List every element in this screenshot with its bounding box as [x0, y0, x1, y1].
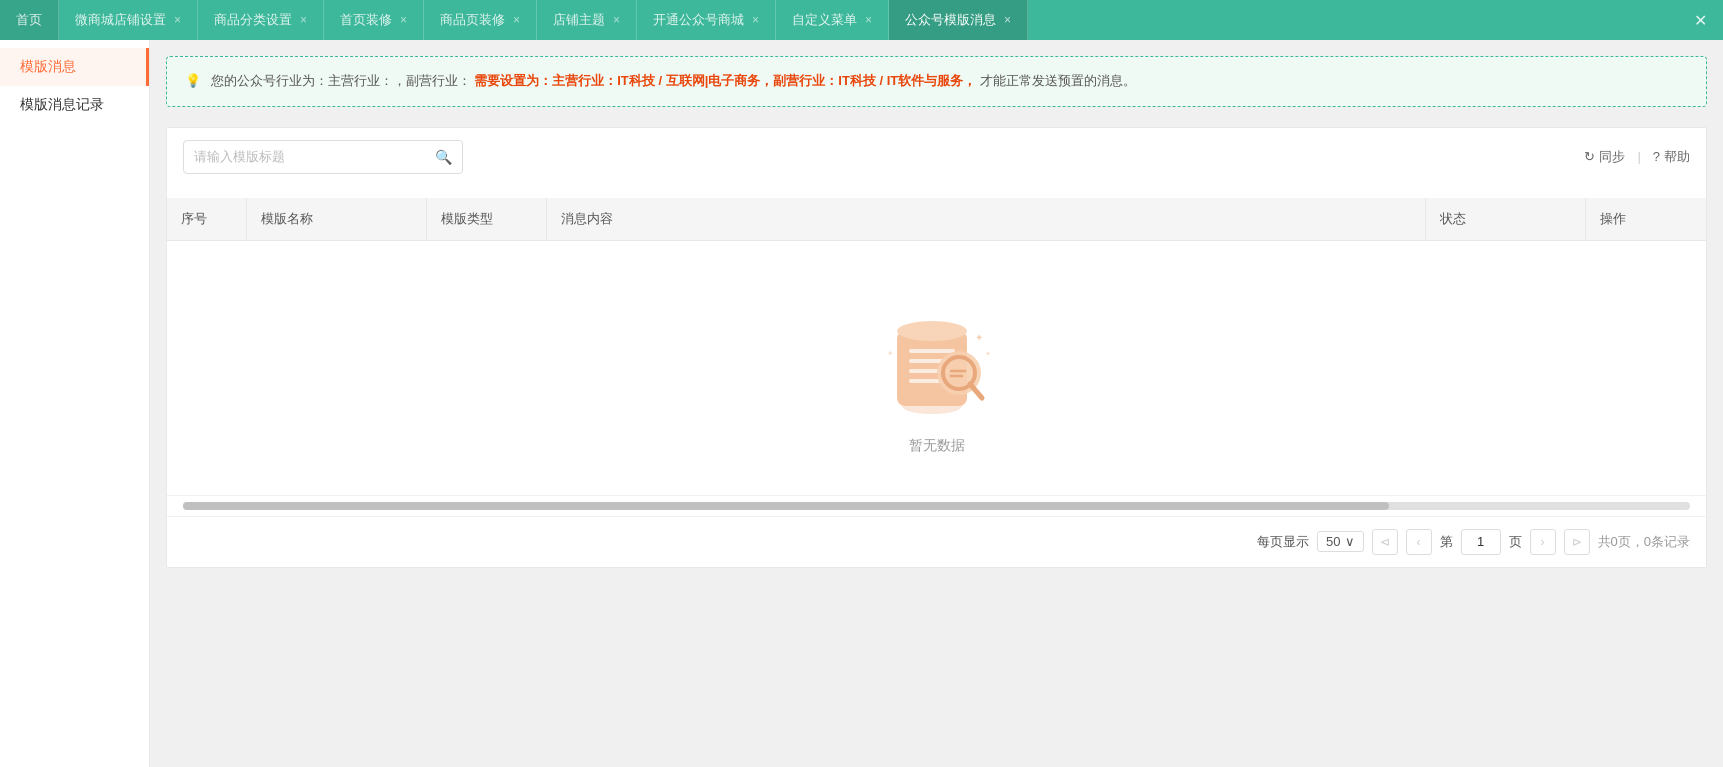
page-size-chevron-icon: ∨	[1345, 534, 1355, 549]
notice-suffix: 才能正常发送预置的消息。	[980, 73, 1136, 88]
page-last-button[interactable]: ⊳	[1564, 529, 1590, 555]
notice-prefix: 您的公众号行业为：主营行业：，副营行业：	[211, 73, 471, 88]
help-icon: ?	[1653, 149, 1660, 164]
tab-category-close[interactable]: ×	[300, 14, 307, 26]
search-actions: ↻ 同步 | ? 帮助	[1584, 148, 1690, 166]
svg-text:✦: ✦	[985, 350, 991, 357]
tab-shop-theme-label: 店铺主题	[553, 11, 605, 29]
action-divider: |	[1637, 149, 1640, 164]
tab-template-msg-label: 公众号模版消息	[905, 11, 996, 29]
tab-open-mall-label: 开通公众号商城	[653, 11, 744, 29]
sidebar-item-template-msg-label: 模版消息	[20, 58, 76, 74]
scrollbar-thumb	[183, 502, 1389, 510]
sidebar-item-template-record-label: 模版消息记录	[20, 96, 104, 112]
table-header: 序号 模版名称 模版类型 消息内容 状态 操作	[167, 198, 1706, 241]
tab-custom-menu-close[interactable]: ×	[865, 14, 872, 26]
empty-state: ✦ ✦ ✦ 暂无数据	[167, 241, 1706, 495]
help-button[interactable]: ? 帮助	[1653, 148, 1690, 166]
tab-home-decor-label: 首页装修	[340, 11, 392, 29]
tab-product-decor-label: 商品页装修	[440, 11, 505, 29]
empty-text: 暂无数据	[909, 437, 965, 455]
tab-custom-menu[interactable]: 自定义菜单 ×	[776, 0, 889, 40]
empty-illustration: ✦ ✦ ✦	[877, 301, 997, 421]
content-area: 💡 您的公众号行业为：主营行业：，副营行业： 需要设置为：主营行业：IT科技 /…	[150, 40, 1723, 767]
tab-shop-theme[interactable]: 店铺主题 ×	[537, 0, 637, 40]
th-name: 模版名称	[247, 198, 427, 240]
tab-category[interactable]: 商品分类设置 ×	[198, 0, 324, 40]
page-size-value: 50	[1326, 534, 1340, 549]
tab-product-decor-close[interactable]: ×	[513, 14, 520, 26]
tab-home-decor[interactable]: 首页装修 ×	[324, 0, 424, 40]
page-size-label: 每页显示	[1257, 533, 1309, 551]
page-next-button[interactable]: ›	[1530, 529, 1556, 555]
pagination: 每页显示 50 ∨ ⊲ ‹ 第 页 › ⊳ 共0页，0条记录	[167, 516, 1706, 567]
page-total: 共0页，0条记录	[1598, 533, 1690, 551]
tab-custom-menu-label: 自定义菜单	[792, 11, 857, 29]
scrollbar-row	[167, 495, 1706, 516]
th-content: 消息内容	[547, 198, 1426, 240]
main-layout: 模版消息 模版消息记录 💡 您的公众号行业为：主营行业：，副营行业： 需要设置为…	[0, 40, 1723, 767]
search-bar: 🔍 ↻ 同步 | ? 帮助	[167, 128, 1706, 186]
tab-template-msg-close[interactable]: ×	[1004, 14, 1011, 26]
notice-icon: 💡	[185, 73, 201, 88]
tab-open-mall-close[interactable]: ×	[752, 14, 759, 26]
page-suffix: 页	[1509, 533, 1522, 551]
sidebar: 模版消息 模版消息记录	[0, 40, 150, 767]
th-status: 状态	[1426, 198, 1586, 240]
tab-category-label: 商品分类设置	[214, 11, 292, 29]
tab-bar-close-all[interactable]: ✕	[1678, 0, 1723, 40]
svg-text:✦: ✦	[887, 349, 894, 358]
sidebar-item-template-msg[interactable]: 模版消息	[0, 48, 149, 86]
tab-micro-shop[interactable]: 微商城店铺设置 ×	[59, 0, 198, 40]
table-container: 🔍 ↻ 同步 | ? 帮助 序号 模版名称 模版	[166, 127, 1707, 568]
search-input-wrap[interactable]: 🔍	[183, 140, 463, 174]
page-prev-button[interactable]: ‹	[1406, 529, 1432, 555]
notice-highlight: 需要设置为：主营行业：IT科技 / 互联网|电子商务，副营行业：IT科技 / I…	[474, 73, 976, 88]
tab-home-label: 首页	[16, 11, 42, 29]
search-icon[interactable]: 🔍	[435, 149, 452, 165]
fake-scrollbar[interactable]	[183, 502, 1690, 510]
tab-open-mall[interactable]: 开通公众号商城 ×	[637, 0, 776, 40]
help-label: 帮助	[1664, 148, 1690, 166]
th-type: 模版类型	[427, 198, 547, 240]
th-action: 操作	[1586, 198, 1706, 240]
tab-template-msg[interactable]: 公众号模版消息 ×	[889, 0, 1028, 40]
notice-banner: 💡 您的公众号行业为：主营行业：，副营行业： 需要设置为：主营行业：IT科技 /…	[166, 56, 1707, 107]
sidebar-item-template-record[interactable]: 模版消息记录	[0, 86, 149, 124]
sync-label: 同步	[1599, 148, 1625, 166]
th-index: 序号	[167, 198, 247, 240]
tab-micro-shop-close[interactable]: ×	[174, 14, 181, 26]
page-size-select[interactable]: 50 ∨	[1317, 531, 1363, 552]
tab-micro-shop-label: 微商城店铺设置	[75, 11, 166, 29]
tab-home-decor-close[interactable]: ×	[400, 14, 407, 26]
tab-home[interactable]: 首页	[0, 0, 59, 40]
tab-shop-theme-close[interactable]: ×	[613, 14, 620, 26]
tab-bar: 首页 微商城店铺设置 × 商品分类设置 × 首页装修 × 商品页装修 × 店铺主…	[0, 0, 1723, 40]
page-first-button[interactable]: ⊲	[1372, 529, 1398, 555]
page-prefix: 第	[1440, 533, 1453, 551]
tab-product-decor[interactable]: 商品页装修 ×	[424, 0, 537, 40]
sync-button[interactable]: ↻ 同步	[1584, 148, 1625, 166]
search-input[interactable]	[194, 149, 431, 164]
svg-text:✦: ✦	[975, 332, 983, 343]
sync-icon: ↻	[1584, 149, 1595, 164]
svg-point-2	[897, 321, 967, 341]
page-current-input[interactable]	[1461, 529, 1501, 555]
svg-rect-3	[909, 349, 955, 353]
